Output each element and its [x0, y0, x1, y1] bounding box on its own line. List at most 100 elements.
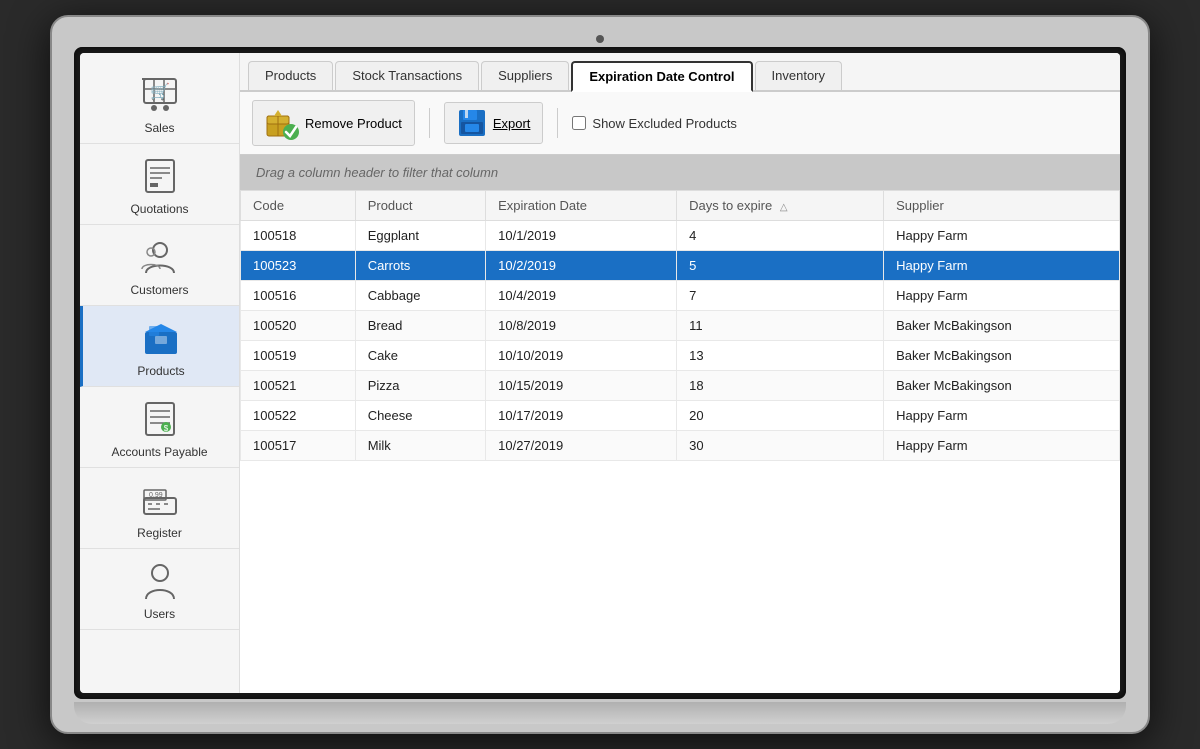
cell-expiration_date: 10/8/2019	[486, 311, 677, 341]
cell-code: 100519	[241, 341, 356, 371]
main-content: Products Stock Transactions Suppliers Ex…	[240, 53, 1120, 693]
cell-expiration_date: 10/15/2019	[486, 371, 677, 401]
sidebar-quotations-label: Quotations	[130, 202, 188, 216]
sidebar-item-users[interactable]: Users	[80, 549, 239, 630]
sidebar-item-products[interactable]: Products	[80, 306, 239, 387]
show-excluded-label: Show Excluded Products	[592, 116, 737, 131]
sidebar-accounts-payable-label: Accounts Payable	[111, 445, 207, 459]
register-icon: 0.99	[138, 478, 182, 522]
table-row[interactable]: 100521Pizza10/15/201918Baker McBakingson	[241, 371, 1120, 401]
table-row[interactable]: 100519Cake10/10/201913Baker McBakingson	[241, 341, 1120, 371]
tabs-bar: Products Stock Transactions Suppliers Ex…	[240, 53, 1120, 92]
table-row[interactable]: 100520Bread10/8/201911Baker McBakingson	[241, 311, 1120, 341]
cell-product: Eggplant	[355, 221, 485, 251]
cell-days_to_expire: 20	[677, 401, 884, 431]
cell-product: Cabbage	[355, 281, 485, 311]
accounts-payable-icon: $	[138, 397, 182, 441]
cell-code: 100516	[241, 281, 356, 311]
cell-code: 100521	[241, 371, 356, 401]
sidebar-item-register[interactable]: 0.99 Register	[80, 468, 239, 549]
cell-expiration_date: 10/10/2019	[486, 341, 677, 371]
table-row[interactable]: 100523Carrots10/2/20195Happy Farm	[241, 251, 1120, 281]
cell-supplier: Happy Farm	[884, 251, 1120, 281]
laptop-screen: 🛒 Sales Quota	[74, 47, 1126, 699]
sidebar-item-quotations[interactable]: Quotations	[80, 144, 239, 225]
export-icon	[457, 108, 487, 138]
cell-product: Cheese	[355, 401, 485, 431]
toolbar-separator-2	[557, 108, 558, 138]
svg-text:0.99: 0.99	[149, 492, 163, 499]
cell-code: 100520	[241, 311, 356, 341]
svg-text:$: $	[163, 424, 168, 433]
col-header-supplier[interactable]: Supplier	[884, 191, 1120, 221]
laptop-shell: 🛒 Sales Quota	[50, 15, 1150, 734]
cell-supplier: Happy Farm	[884, 401, 1120, 431]
sidebar-customers-label: Customers	[130, 283, 188, 297]
table-container: Code Product Expiration Date Days to exp…	[240, 190, 1120, 693]
cell-days_to_expire: 30	[677, 431, 884, 461]
sidebar-sales-label: Sales	[144, 121, 174, 135]
cell-days_to_expire: 18	[677, 371, 884, 401]
cell-expiration_date: 10/27/2019	[486, 431, 677, 461]
table-row[interactable]: 100517Milk10/27/201930Happy Farm	[241, 431, 1120, 461]
cell-expiration_date: 10/17/2019	[486, 401, 677, 431]
cell-product: Milk	[355, 431, 485, 461]
table-row[interactable]: 100522Cheese10/17/201920Happy Farm	[241, 401, 1120, 431]
cell-supplier: Baker McBakingson	[884, 371, 1120, 401]
col-header-days-to-expire[interactable]: Days to expire △	[677, 191, 884, 221]
quotations-icon	[138, 154, 182, 198]
remove-product-icon	[265, 106, 299, 140]
cell-days_to_expire: 5	[677, 251, 884, 281]
table-row[interactable]: 100518Eggplant10/1/20194Happy Farm	[241, 221, 1120, 251]
sidebar-item-sales[interactable]: 🛒 Sales	[80, 63, 239, 144]
sidebar: 🛒 Sales Quota	[80, 53, 240, 693]
cell-code: 100523	[241, 251, 356, 281]
cell-supplier: Happy Farm	[884, 281, 1120, 311]
tab-inventory[interactable]: Inventory	[755, 61, 842, 90]
cell-expiration_date: 10/1/2019	[486, 221, 677, 251]
laptop-base	[74, 702, 1126, 724]
tab-expiration-date-control[interactable]: Expiration Date Control	[571, 61, 752, 92]
customers-icon	[138, 235, 182, 279]
camera	[596, 35, 604, 43]
cell-product: Carrots	[355, 251, 485, 281]
sidebar-item-accounts-payable[interactable]: $ Accounts Payable	[80, 387, 239, 468]
cell-days_to_expire: 4	[677, 221, 884, 251]
cell-code: 100522	[241, 401, 356, 431]
remove-product-label: Remove Product	[305, 116, 402, 131]
cell-days_to_expire: 7	[677, 281, 884, 311]
filter-hint: Drag a column header to filter that colu…	[240, 155, 1120, 190]
col-header-product[interactable]: Product	[355, 191, 485, 221]
toolbar-separator	[429, 108, 430, 138]
cell-product: Bread	[355, 311, 485, 341]
export-button[interactable]: Export	[444, 102, 544, 144]
tab-suppliers[interactable]: Suppliers	[481, 61, 569, 90]
export-label: Export	[493, 116, 531, 131]
cell-days_to_expire: 11	[677, 311, 884, 341]
cell-expiration_date: 10/4/2019	[486, 281, 677, 311]
sort-arrow-days: △	[780, 202, 788, 213]
show-excluded-checkbox[interactable]	[572, 116, 586, 130]
sales-icon: 🛒	[138, 73, 182, 117]
remove-product-button[interactable]: Remove Product	[252, 100, 415, 146]
sidebar-item-customers[interactable]: Customers	[80, 225, 239, 306]
tab-products[interactable]: Products	[248, 61, 333, 90]
table-row[interactable]: 100516Cabbage10/4/20197Happy Farm	[241, 281, 1120, 311]
cell-supplier: Baker McBakingson	[884, 341, 1120, 371]
cell-supplier: Baker McBakingson	[884, 311, 1120, 341]
cell-supplier: Happy Farm	[884, 221, 1120, 251]
cell-product: Cake	[355, 341, 485, 371]
cell-days_to_expire: 13	[677, 341, 884, 371]
col-header-code[interactable]: Code	[241, 191, 356, 221]
cell-supplier: Happy Farm	[884, 431, 1120, 461]
sidebar-products-label: Products	[137, 364, 184, 378]
toolbar: Remove Product Export	[240, 92, 1120, 155]
expiration-table: Code Product Expiration Date Days to exp…	[240, 190, 1120, 461]
cell-product: Pizza	[355, 371, 485, 401]
show-excluded-group: Show Excluded Products	[572, 116, 737, 131]
users-icon	[138, 559, 182, 603]
products-icon	[139, 316, 183, 360]
sidebar-register-label: Register	[137, 526, 182, 540]
tab-stock-transactions[interactable]: Stock Transactions	[335, 61, 479, 90]
col-header-expiration-date[interactable]: Expiration Date	[486, 191, 677, 221]
